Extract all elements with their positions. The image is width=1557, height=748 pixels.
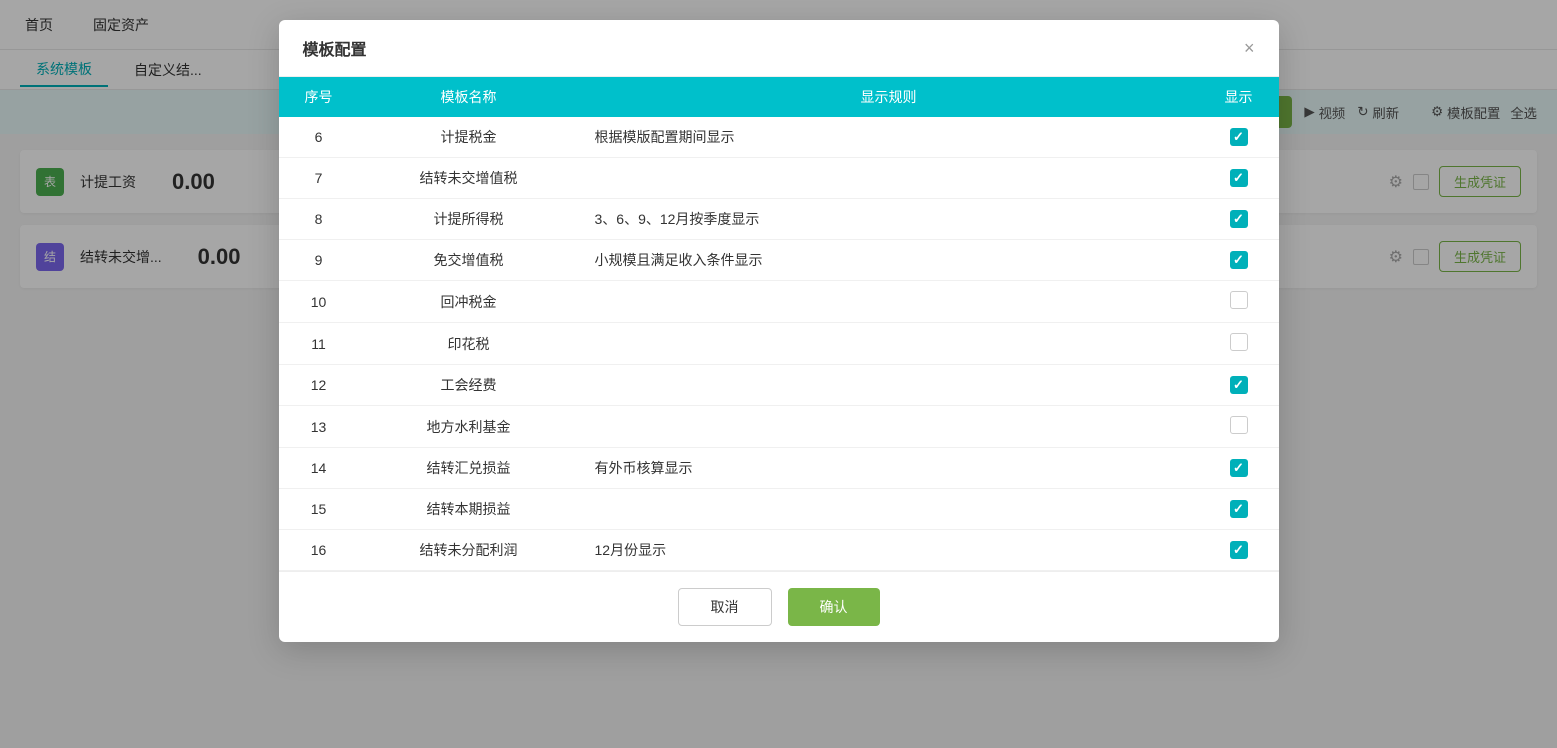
cell-checkbox	[1199, 199, 1279, 240]
modal-header: 模板配置 ×	[279, 20, 1279, 77]
cell-id: 13	[279, 406, 359, 448]
table-body: 6计提税金根据模版配置期间显示7结转未交增值税8计提所得税3、6、9、12月按季…	[279, 117, 1279, 571]
col-header-name: 模板名称	[359, 77, 579, 117]
modal-template-config: 模板配置 × 序号 模板名称 显示规则 显示 6计提税金根据模版配置期间显示7结…	[279, 20, 1279, 642]
cell-id: 14	[279, 448, 359, 489]
cell-id: 6	[279, 117, 359, 158]
cell-name: 地方水利基金	[359, 406, 579, 448]
checkbox-row-8[interactable]	[1230, 210, 1248, 228]
checkbox-row-7[interactable]	[1230, 169, 1248, 187]
config-table: 序号 模板名称 显示规则 显示 6计提税金根据模版配置期间显示7结转未交增值税8…	[279, 77, 1279, 571]
cell-name: 印花税	[359, 323, 579, 365]
cell-id: 16	[279, 530, 359, 571]
table-row: 15结转本期损益	[279, 489, 1279, 530]
cell-rule	[579, 158, 1199, 199]
cell-rule	[579, 323, 1199, 365]
col-header-show: 显示	[1199, 77, 1279, 117]
cell-rule: 根据模版配置期间显示	[579, 117, 1199, 158]
cell-id: 9	[279, 240, 359, 281]
cell-rule: 3、6、9、12月按季度显示	[579, 199, 1199, 240]
cell-name: 工会经费	[359, 365, 579, 406]
cell-rule	[579, 365, 1199, 406]
col-header-id: 序号	[279, 77, 359, 117]
cell-rule	[579, 406, 1199, 448]
col-header-rule: 显示规则	[579, 77, 1199, 117]
cell-id: 7	[279, 158, 359, 199]
cell-rule: 12月份显示	[579, 530, 1199, 571]
modal-overlay: 模板配置 × 序号 模板名称 显示规则 显示 6计提税金根据模版配置期间显示7结…	[0, 0, 1557, 748]
cell-checkbox	[1199, 365, 1279, 406]
table-row: 10回冲税金	[279, 281, 1279, 323]
cell-checkbox	[1199, 406, 1279, 448]
table-row: 13地方水利基金	[279, 406, 1279, 448]
cell-id: 10	[279, 281, 359, 323]
cell-checkbox	[1199, 281, 1279, 323]
modal-body: 序号 模板名称 显示规则 显示 6计提税金根据模版配置期间显示7结转未交增值税8…	[279, 77, 1279, 571]
table-row: 8计提所得税3、6、9、12月按季度显示	[279, 199, 1279, 240]
checkbox-row-16[interactable]	[1230, 541, 1248, 559]
table-row: 14结转汇兑损益有外币核算显示	[279, 448, 1279, 489]
checkbox-row-14[interactable]	[1230, 459, 1248, 477]
table-row: 9免交增值税小规模且满足收入条件显示	[279, 240, 1279, 281]
table-row: 16结转未分配利润12月份显示	[279, 530, 1279, 571]
checkbox-row-6[interactable]	[1230, 128, 1248, 146]
cell-id: 8	[279, 199, 359, 240]
cell-name: 免交增值税	[359, 240, 579, 281]
modal-close-button[interactable]: ×	[1244, 39, 1255, 57]
cell-rule: 小规模且满足收入条件显示	[579, 240, 1199, 281]
confirm-button[interactable]: 确认	[788, 588, 880, 626]
checkbox-row-12[interactable]	[1230, 376, 1248, 394]
cell-name: 结转本期损益	[359, 489, 579, 530]
cell-name: 结转汇兑损益	[359, 448, 579, 489]
cell-rule: 有外币核算显示	[579, 448, 1199, 489]
table-row: 7结转未交增值税	[279, 158, 1279, 199]
table-row: 11印花税	[279, 323, 1279, 365]
checkbox-row-9[interactable]	[1230, 251, 1248, 269]
table-row: 6计提税金根据模版配置期间显示	[279, 117, 1279, 158]
cell-checkbox	[1199, 240, 1279, 281]
cell-name: 回冲税金	[359, 281, 579, 323]
cell-name: 计提所得税	[359, 199, 579, 240]
cancel-button[interactable]: 取消	[678, 588, 772, 626]
cell-checkbox	[1199, 158, 1279, 199]
checkbox-row-11[interactable]	[1230, 333, 1248, 351]
cell-rule	[579, 489, 1199, 530]
modal-title: 模板配置	[303, 36, 367, 60]
cell-checkbox	[1199, 448, 1279, 489]
cell-rule	[579, 281, 1199, 323]
checkbox-row-10[interactable]	[1230, 291, 1248, 309]
checkbox-row-15[interactable]	[1230, 500, 1248, 518]
cell-checkbox	[1199, 530, 1279, 571]
cell-checkbox	[1199, 323, 1279, 365]
table-row: 12工会经费	[279, 365, 1279, 406]
modal-footer: 取消 确认	[279, 571, 1279, 642]
cell-checkbox	[1199, 117, 1279, 158]
table-header: 序号 模板名称 显示规则 显示	[279, 77, 1279, 117]
cell-checkbox	[1199, 489, 1279, 530]
cell-id: 12	[279, 365, 359, 406]
cell-name: 结转未分配利润	[359, 530, 579, 571]
checkbox-row-13[interactable]	[1230, 416, 1248, 434]
cell-name: 结转未交增值税	[359, 158, 579, 199]
cell-id: 11	[279, 323, 359, 365]
cell-name: 计提税金	[359, 117, 579, 158]
cell-id: 15	[279, 489, 359, 530]
